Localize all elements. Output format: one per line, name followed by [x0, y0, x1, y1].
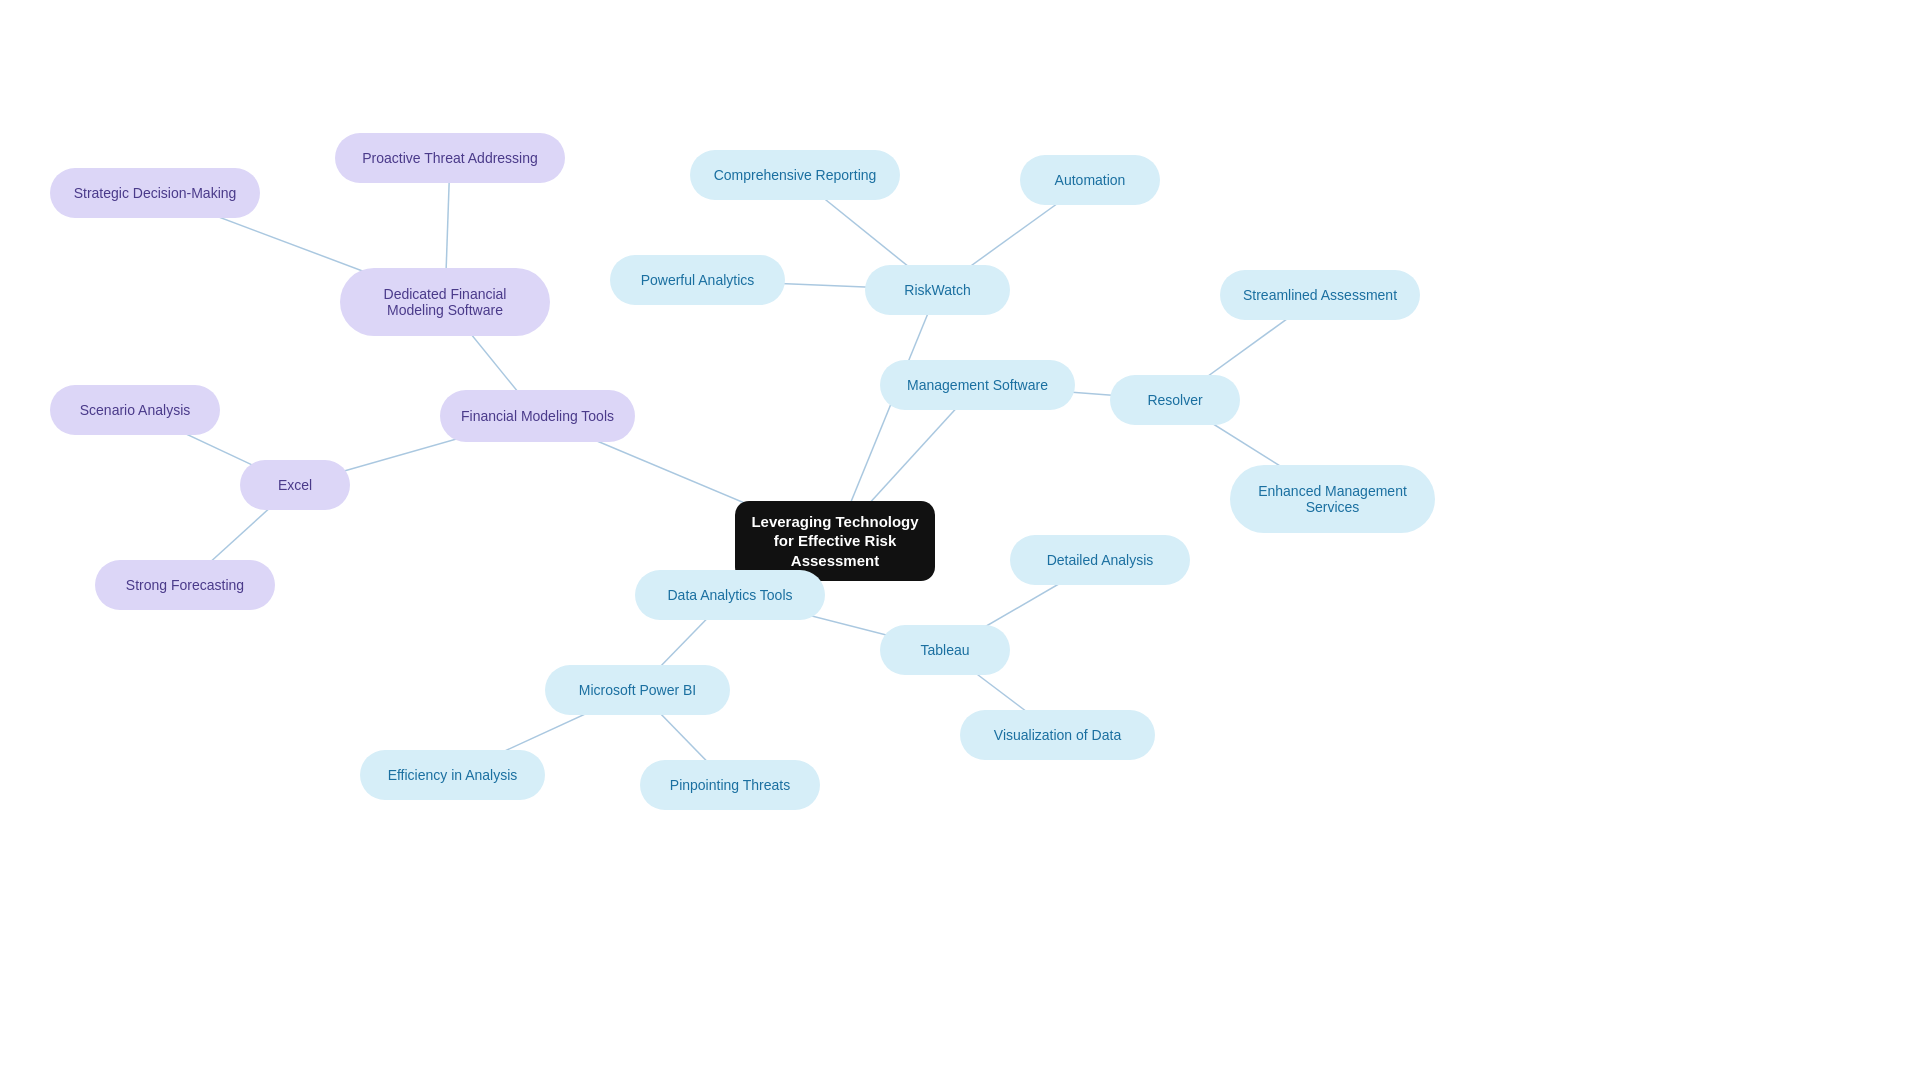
mindmap-container: Leveraging Technology for Effective Risk…	[0, 0, 1920, 1083]
node-efficiency_analysis: Efficiency in Analysis	[360, 750, 545, 800]
node-management_software: Management Software	[880, 360, 1075, 410]
node-excel: Excel	[240, 460, 350, 510]
node-strong_forecasting: Strong Forecasting	[95, 560, 275, 610]
node-center: Leveraging Technology for Effective Risk…	[735, 501, 935, 581]
node-detailed_analysis: Detailed Analysis	[1010, 535, 1190, 585]
node-scenario_analysis: Scenario Analysis	[50, 385, 220, 435]
node-proactive_threat: Proactive Threat Addressing	[335, 133, 565, 183]
node-financial_modeling_tools: Financial Modeling Tools	[440, 390, 635, 442]
node-strategic_decision: Strategic Decision-Making	[50, 168, 260, 218]
connections-svg	[0, 0, 1920, 1083]
node-visualization_data: Visualization of Data	[960, 710, 1155, 760]
node-tableau: Tableau	[880, 625, 1010, 675]
node-streamlined_assessment: Streamlined Assessment	[1220, 270, 1420, 320]
node-data_analytics_tools: Data Analytics Tools	[635, 570, 825, 620]
node-dedicated_financial: Dedicated Financial Modeling Software	[340, 268, 550, 336]
node-pinpointing_threats: Pinpointing Threats	[640, 760, 820, 810]
node-automation: Automation	[1020, 155, 1160, 205]
node-resolver: Resolver	[1110, 375, 1240, 425]
node-microsoft_powerbi: Microsoft Power BI	[545, 665, 730, 715]
node-riskwatch: RiskWatch	[865, 265, 1010, 315]
node-powerful_analytics: Powerful Analytics	[610, 255, 785, 305]
node-comprehensive_reporting: Comprehensive Reporting	[690, 150, 900, 200]
node-enhanced_management: Enhanced Management Services	[1230, 465, 1435, 533]
